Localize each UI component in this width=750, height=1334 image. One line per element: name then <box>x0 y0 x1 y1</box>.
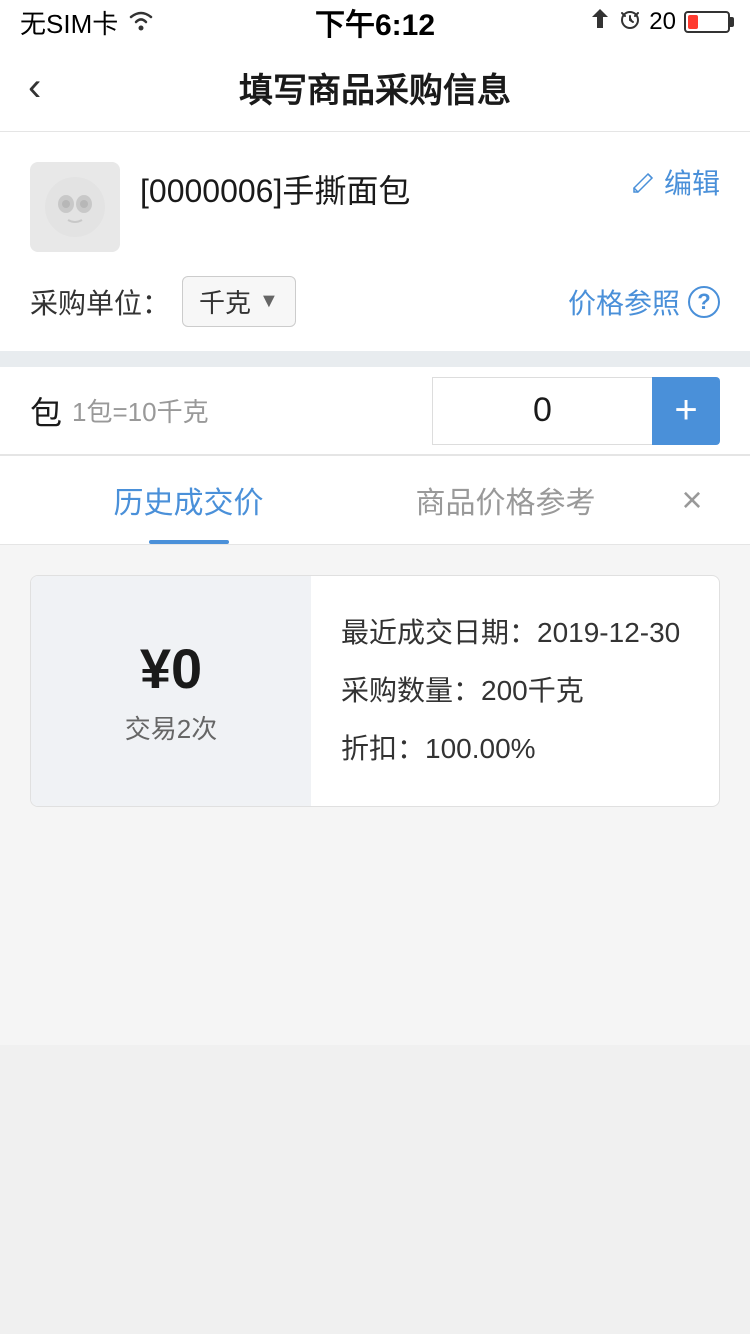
close-panel-button[interactable]: × <box>664 472 720 528</box>
price-card-area: ¥0 交易2次 最近成交日期：2019-12-30 采购数量：200千克 折扣：… <box>0 545 750 1045</box>
product-left: [0000006]手撕面包 <box>30 162 410 252</box>
unit-value: 千克 <box>199 283 251 320</box>
tab-product-price-label: 商品价格参考 <box>416 478 596 522</box>
edit-icon <box>630 168 658 196</box>
location-icon <box>589 8 611 37</box>
page-title: 填写商品采购信息 <box>239 63 511 112</box>
battery-percent: 20 <box>649 8 676 36</box>
alarm-icon <box>619 8 641 37</box>
unit-label: 采购单位： <box>30 282 170 322</box>
status-right: 20 <box>589 8 730 37</box>
quantity-plus-button[interactable]: + <box>652 377 720 445</box>
status-bar: 无SIM卡 下午6:12 20 <box>0 0 750 44</box>
recent-date-value: 2019-12-30 <box>537 617 680 648</box>
purchase-qty-value: 200千克 <box>481 675 584 706</box>
product-section: [0000006]手撕面包 编辑 采购单位： 千克 ▼ 价格参照 ? <box>0 132 750 351</box>
price-ref-help-icon: ? <box>688 286 720 318</box>
quantity-input[interactable]: 0 <box>432 377 652 445</box>
back-button[interactable]: ‹ <box>28 65 41 110</box>
price-times: 交易2次 <box>125 709 217 746</box>
price-purchase-qty-row: 采购数量：200千克 <box>341 670 689 712</box>
purchase-qty-label: 采购数量： <box>341 675 481 706</box>
price-discount-row: 折扣：100.00% <box>341 728 689 770</box>
quantity-label: 包 1包=10千克 <box>30 388 209 434</box>
unit-left: 采购单位： 千克 ▼ <box>30 276 296 327</box>
recent-date-label: 最近成交日期： <box>341 617 537 648</box>
battery-icon <box>684 11 730 33</box>
product-thumbnail <box>30 162 120 252</box>
section-divider <box>0 351 750 367</box>
price-ref-label: 价格参照 <box>568 282 680 322</box>
nav-bar: ‹ 填写商品采购信息 <box>0 44 750 132</box>
tab-history-price[interactable]: 历史成交价 <box>30 456 347 544</box>
qty-unit-main: 包 <box>30 388 62 434</box>
product-name: [0000006]手撕面包 <box>140 162 410 212</box>
price-card: ¥0 交易2次 最近成交日期：2019-12-30 采购数量：200千克 折扣：… <box>30 575 720 807</box>
edit-label: 编辑 <box>664 162 720 202</box>
product-unit-row: 采购单位： 千克 ▼ 价格参照 ? <box>30 276 720 327</box>
wifi-icon <box>126 7 156 38</box>
price-reference-button[interactable]: 价格参照 ? <box>568 282 720 322</box>
unit-selector[interactable]: 千克 ▼ <box>182 276 296 327</box>
price-recent-date-row: 最近成交日期：2019-12-30 <box>341 612 689 654</box>
edit-button[interactable]: 编辑 <box>630 162 720 202</box>
bottom-panel: 历史成交价 商品价格参考 × ¥0 交易2次 最近成交日期：2019-12-30… <box>0 455 750 1045</box>
qty-unit-sub: 1包=10千克 <box>72 392 209 429</box>
quantity-control: 0 + <box>432 377 720 445</box>
tab-product-price-ref[interactable]: 商品价格参考 <box>347 456 664 544</box>
quantity-row: 包 1包=10千克 0 + <box>0 367 750 455</box>
tabs-row: 历史成交价 商品价格参考 × <box>0 456 750 545</box>
tab-history-label: 历史成交价 <box>114 478 264 522</box>
discount-value: 100.00% <box>425 733 536 764</box>
product-header: [0000006]手撕面包 编辑 <box>30 162 720 252</box>
time-label: 下午6:12 <box>315 0 435 44</box>
price-card-right: 最近成交日期：2019-12-30 采购数量：200千克 折扣：100.00% <box>311 576 719 806</box>
price-amount: ¥0 <box>140 636 202 701</box>
price-card-left: ¥0 交易2次 <box>31 576 311 806</box>
carrier-label: 无SIM卡 <box>20 4 118 41</box>
discount-label: 折扣： <box>341 733 425 764</box>
dropdown-arrow-icon: ▼ <box>259 290 279 313</box>
status-left: 无SIM卡 <box>20 4 156 41</box>
